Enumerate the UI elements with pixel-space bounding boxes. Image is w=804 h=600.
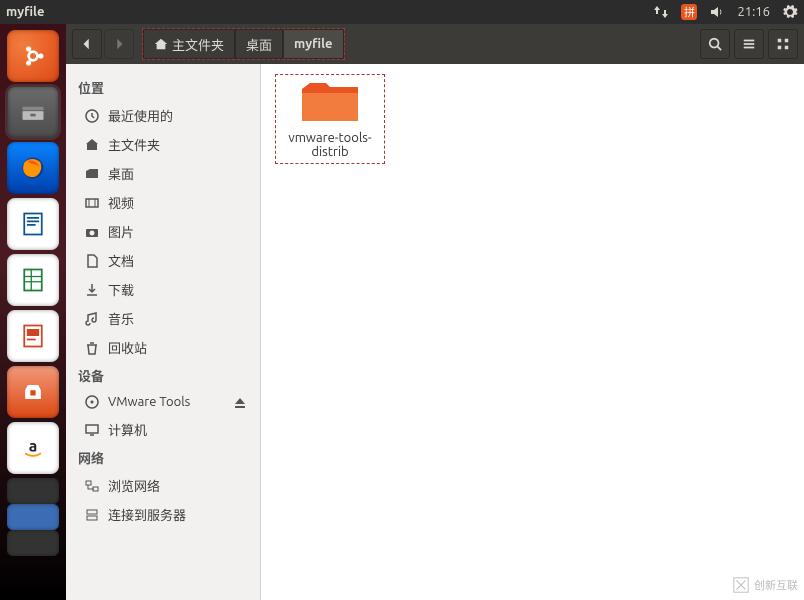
crumb-home[interactable]: 主文件夹 (143, 29, 235, 59)
cd-icon (84, 394, 100, 410)
search-button[interactable] (700, 29, 730, 59)
sidebar-item-label: VMware Tools (108, 395, 190, 409)
sidebar-item-documents[interactable]: 文档 (66, 246, 260, 275)
launcher-trash[interactable] (7, 530, 59, 556)
gear-icon[interactable] (782, 4, 798, 20)
sidebar-item-label: 最近使用的 (108, 106, 173, 125)
sidebar-item-video[interactable]: 视频 (66, 188, 260, 217)
system-indicators: 拼 21:16 (653, 4, 798, 20)
view-grid-button[interactable] (768, 29, 798, 59)
sidebar-item-label: 音乐 (108, 309, 134, 328)
desktop-icon (84, 166, 100, 182)
connect-icon (84, 507, 100, 523)
crumb-desktop[interactable]: 桌面 (235, 29, 283, 59)
clock-icon (84, 108, 100, 124)
launcher-impress[interactable] (7, 310, 59, 362)
sidebar-item-label: 下载 (108, 280, 134, 299)
crumb-current-label: myfile (294, 37, 332, 51)
top-panel: myfile 拼 21:16 (0, 0, 804, 24)
sidebar-item-music[interactable]: 音乐 (66, 304, 260, 333)
sidebar-item-downloads[interactable]: 下载 (66, 275, 260, 304)
launcher-firefox[interactable] (7, 142, 59, 194)
file-manager-window: 主文件夹 桌面 myfile 位置 最近使用的 主文件夹 桌面 视频 图片 文档… (66, 24, 804, 600)
sidebar-item-home[interactable]: 主文件夹 (66, 130, 260, 159)
launcher-software[interactable] (7, 366, 59, 418)
clock-text[interactable]: 21:16 (737, 5, 770, 19)
folder-icon (298, 79, 362, 127)
menu-button[interactable] (734, 29, 764, 59)
sidebar-item-label: 回收站 (108, 338, 147, 357)
file-view[interactable]: vmware-tools-distrib 创新互联 (261, 64, 804, 600)
sidebar-item-label: 桌面 (108, 164, 134, 183)
eject-icon[interactable] (232, 394, 248, 410)
places-sidebar: 位置 最近使用的 主文件夹 桌面 视频 图片 文档 下载 音乐 回收站 设备 V… (66, 64, 261, 600)
launcher-disc[interactable] (7, 504, 59, 530)
sidebar-section-network: 网络 (66, 444, 260, 471)
toolbar: 主文件夹 桌面 myfile (66, 24, 804, 64)
watermark: 创新互联 (732, 576, 798, 594)
breadcrumb: 主文件夹 桌面 myfile (142, 28, 345, 60)
crumb-desktop-label: 桌面 (246, 35, 272, 54)
network-icon[interactable] (653, 4, 669, 20)
ime-indicator[interactable]: 拼 (681, 4, 697, 20)
launcher-writer[interactable] (7, 198, 59, 250)
unity-launcher: a (0, 24, 66, 600)
volume-icon[interactable] (709, 4, 725, 20)
sidebar-item-connect-server[interactable]: 连接到服务器 (66, 500, 260, 529)
folder-item[interactable]: vmware-tools-distrib (275, 74, 385, 164)
crumb-home-label: 主文件夹 (172, 35, 224, 54)
sidebar-item-vmtools[interactable]: VMware Tools (66, 389, 260, 415)
svg-text:a: a (29, 437, 38, 455)
video-icon (84, 195, 100, 211)
launcher-calc[interactable] (7, 254, 59, 306)
sidebar-item-desktop[interactable]: 桌面 (66, 159, 260, 188)
sidebar-item-label: 主文件夹 (108, 135, 160, 154)
sidebar-item-label: 视频 (108, 193, 134, 212)
sidebar-section-devices: 设备 (66, 362, 260, 389)
nav-forward-button[interactable] (104, 29, 134, 59)
window-title: myfile (6, 5, 653, 19)
folder-label: vmware-tools-distrib (280, 131, 380, 159)
launcher-files[interactable] (7, 86, 59, 138)
sidebar-item-label: 浏览网络 (108, 476, 160, 495)
sidebar-item-label: 计算机 (108, 420, 147, 439)
music-icon (84, 311, 100, 327)
sidebar-item-pictures[interactable]: 图片 (66, 217, 260, 246)
nav-back-button[interactable] (72, 29, 102, 59)
computer-icon (84, 422, 100, 438)
sidebar-item-label: 图片 (108, 222, 134, 241)
network-icon (84, 478, 100, 494)
launcher-settings[interactable] (7, 478, 59, 504)
sidebar-item-trash[interactable]: 回收站 (66, 333, 260, 362)
sidebar-item-label: 连接到服务器 (108, 505, 186, 524)
sidebar-section-places: 位置 (66, 74, 260, 101)
download-icon (84, 282, 100, 298)
launcher-ubuntu[interactable] (7, 30, 59, 82)
sidebar-item-browse-network[interactable]: 浏览网络 (66, 471, 260, 500)
doc-icon (84, 253, 100, 269)
camera-icon (84, 224, 100, 240)
home-icon (84, 137, 100, 153)
sidebar-item-computer[interactable]: 计算机 (66, 415, 260, 444)
crumb-current[interactable]: myfile (283, 29, 343, 59)
launcher-amazon[interactable]: a (7, 422, 59, 474)
trash-icon (84, 340, 100, 356)
sidebar-item-recent[interactable]: 最近使用的 (66, 101, 260, 130)
sidebar-item-label: 文档 (108, 251, 134, 270)
